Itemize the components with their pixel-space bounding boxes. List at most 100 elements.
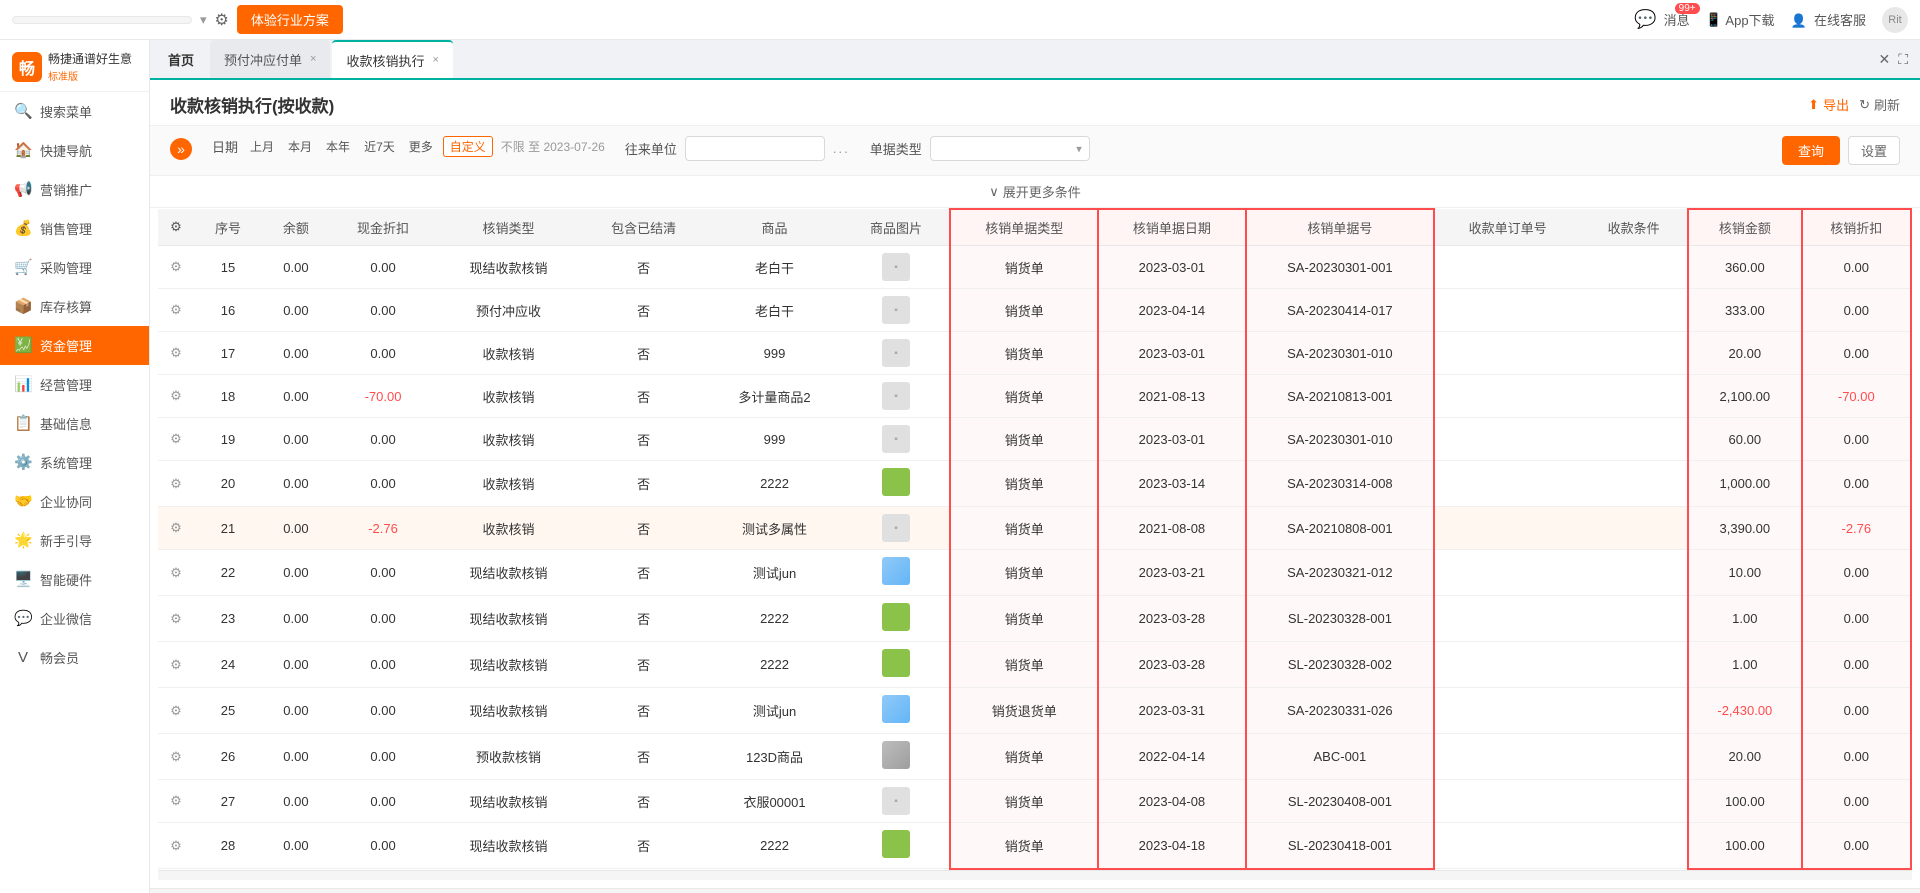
sidebar-item-basic[interactable]: 📋 基础信息 — [0, 404, 149, 443]
date-last-month[interactable]: 上月 — [246, 137, 278, 156]
sidebar-item-collab[interactable]: 🤝 企业协同 — [0, 482, 149, 521]
tab-fullscreen-icon[interactable]: ⛶ — [1898, 51, 1908, 68]
row-doc-date: 2023-03-21 — [1098, 550, 1246, 596]
sidebar-item-label-hardware: 智能硬件 — [40, 570, 92, 589]
settings-btn[interactable]: 设置 — [1848, 136, 1900, 165]
tab-receive-close[interactable]: × — [432, 54, 438, 66]
date-this-month[interactable]: 本月 — [284, 137, 316, 156]
type-select[interactable] — [930, 136, 1090, 161]
sidebar-item-quicknav[interactable]: 🏠 快捷导航 — [0, 131, 149, 170]
filter-bar: » 日期 上月 本月 本年 近7天 更多 自定义 不限 至 2023-07-26… — [150, 126, 1920, 176]
row-doc-no[interactable]: SA-20230414-017 — [1246, 289, 1434, 332]
row-doc-no[interactable]: ABC-001 — [1246, 734, 1434, 780]
message-btn[interactable]: 💬 99+ 消息 — [1634, 9, 1690, 30]
row-doc-no[interactable]: SL-20230328-001 — [1246, 596, 1434, 642]
expand-more-btn[interactable]: ∨ 展开更多条件 — [989, 182, 1081, 201]
row-doc-no[interactable]: SA-20230321-012 — [1246, 550, 1434, 596]
sidebar-item-operations[interactable]: 📊 经营管理 — [0, 365, 149, 404]
row-doc-no[interactable]: SL-20230418-001 — [1246, 823, 1434, 869]
settings-icon[interactable]: ⚙ — [215, 10, 229, 30]
finance-icon: 💹 — [14, 336, 32, 354]
row-settings[interactable]: ⚙ — [158, 688, 194, 734]
sidebar-item-marketing[interactable]: 📢 营销推广 — [0, 170, 149, 209]
row-settings[interactable]: ⚙ — [158, 642, 194, 688]
date-custom[interactable]: 自定义 — [443, 136, 493, 157]
row-doc-no[interactable]: SA-20230301-001 — [1246, 246, 1434, 289]
row-settings[interactable]: ⚙ — [158, 823, 194, 869]
tab-receive[interactable]: 收款核销执行 × — [332, 40, 452, 78]
row-doc-date: 2023-03-28 — [1098, 596, 1246, 642]
row-discount: 0.00 — [1802, 332, 1911, 375]
sidebar-item-system[interactable]: ⚙️ 系统管理 — [0, 443, 149, 482]
row-included: 否 — [581, 507, 707, 550]
date-more[interactable]: 更多 — [405, 137, 437, 156]
tab-prepay-close[interactable]: × — [310, 53, 316, 65]
row-settings[interactable]: ⚙ — [158, 375, 194, 418]
industry-btn[interactable]: 体验行业方案 — [237, 5, 343, 34]
row-settings[interactable]: ⚙ — [158, 507, 194, 550]
tab-home[interactable]: 首页 — [154, 40, 208, 78]
sidebar-item-wechat[interactable]: 💬 企业微信 — [0, 599, 149, 638]
marketing-icon: 📢 — [14, 180, 32, 198]
row-settings[interactable]: ⚙ — [158, 550, 194, 596]
table-row: ⚙ 20 0.00 0.00 收款核销 否 2222 销货单 2023-03-1… — [158, 461, 1911, 507]
filter-collapse-btn[interactable]: » — [170, 138, 192, 160]
row-type: 现结收款核销 — [436, 596, 581, 642]
row-receipt-terms — [1580, 289, 1688, 332]
row-settings[interactable]: ⚙ — [158, 418, 194, 461]
sidebar-item-sales[interactable]: 💰 销售管理 — [0, 209, 149, 248]
row-receipt-terms — [1580, 375, 1688, 418]
sidebar-item-finance[interactable]: 💹 资金管理 — [0, 326, 149, 365]
row-settings[interactable]: ⚙ — [158, 289, 194, 332]
query-btn[interactable]: 查询 — [1782, 136, 1840, 165]
export-btn[interactable]: ⬆ 导出 — [1808, 95, 1849, 114]
row-receipt-no — [1434, 246, 1580, 289]
member-icon: V — [14, 649, 32, 666]
scrollbar[interactable] — [158, 870, 1912, 880]
row-settings[interactable]: ⚙ — [158, 332, 194, 375]
date-7days[interactable]: 近7天 — [360, 137, 399, 156]
sidebar-item-member[interactable]: V 畅会员 — [0, 638, 149, 677]
row-receipt-no — [1434, 734, 1580, 780]
partner-label: 往来单位 — [625, 139, 677, 158]
partner-input[interactable] — [685, 136, 825, 161]
sidebar-item-purchase[interactable]: 🛒 采购管理 — [0, 248, 149, 287]
row-doc-no[interactable]: SA-20230301-010 — [1246, 332, 1434, 375]
row-doc-no[interactable]: SA-20210808-001 — [1246, 507, 1434, 550]
row-settings[interactable]: ⚙ — [158, 246, 194, 289]
row-cash-discount: 0.00 — [330, 780, 436, 823]
sidebar-item-hardware[interactable]: 🖥️ 智能硬件 — [0, 560, 149, 599]
sidebar-item-label-operations: 经营管理 — [40, 375, 92, 394]
sidebar-item-guide[interactable]: 🌟 新手引导 — [0, 521, 149, 560]
app-download-btn[interactable]: 📱 App下载 — [1706, 10, 1775, 29]
user-avatar[interactable]: Rit — [1882, 7, 1908, 33]
top-search-box[interactable] — [12, 16, 192, 24]
refresh-btn[interactable]: ↻ 刷新 — [1859, 95, 1900, 114]
row-settings[interactable]: ⚙ — [158, 734, 194, 780]
row-doc-date: 2023-04-08 — [1098, 780, 1246, 823]
search-dropdown-icon[interactable]: ▾ — [200, 12, 207, 28]
sidebar-item-inventory[interactable]: 📦 库存核算 — [0, 287, 149, 326]
row-no: 26 — [194, 734, 262, 780]
sidebar-item-search[interactable]: 🔍 搜索菜单 — [0, 92, 149, 131]
row-doc-no[interactable]: SA-20230331-026 — [1246, 688, 1434, 734]
row-doc-date: 2023-03-01 — [1098, 418, 1246, 461]
row-settings[interactable]: ⚙ — [158, 780, 194, 823]
row-doc-no[interactable]: SL-20230328-002 — [1246, 642, 1434, 688]
tab-prepay[interactable]: 预付冲应付单 × — [210, 40, 330, 78]
service-btn[interactable]: 👤 在线客服 — [1791, 10, 1866, 29]
col-settings[interactable]: ⚙ — [158, 209, 194, 246]
refresh-icon: ↻ — [1859, 97, 1870, 113]
row-no: 20 — [194, 461, 262, 507]
row-no: 15 — [194, 246, 262, 289]
row-receipt-terms — [1580, 418, 1688, 461]
row-amount: 10.00 — [1688, 550, 1802, 596]
row-doc-no[interactable]: SA-20210813-001 — [1246, 375, 1434, 418]
date-this-year[interactable]: 本年 — [322, 137, 354, 156]
row-settings[interactable]: ⚙ — [158, 461, 194, 507]
row-settings[interactable]: ⚙ — [158, 596, 194, 642]
tab-close-all-icon[interactable]: ✕ — [1878, 51, 1890, 68]
row-doc-no[interactable]: SL-20230408-001 — [1246, 780, 1434, 823]
row-doc-no[interactable]: SA-20230301-010 — [1246, 418, 1434, 461]
row-doc-no[interactable]: SA-20230314-008 — [1246, 461, 1434, 507]
